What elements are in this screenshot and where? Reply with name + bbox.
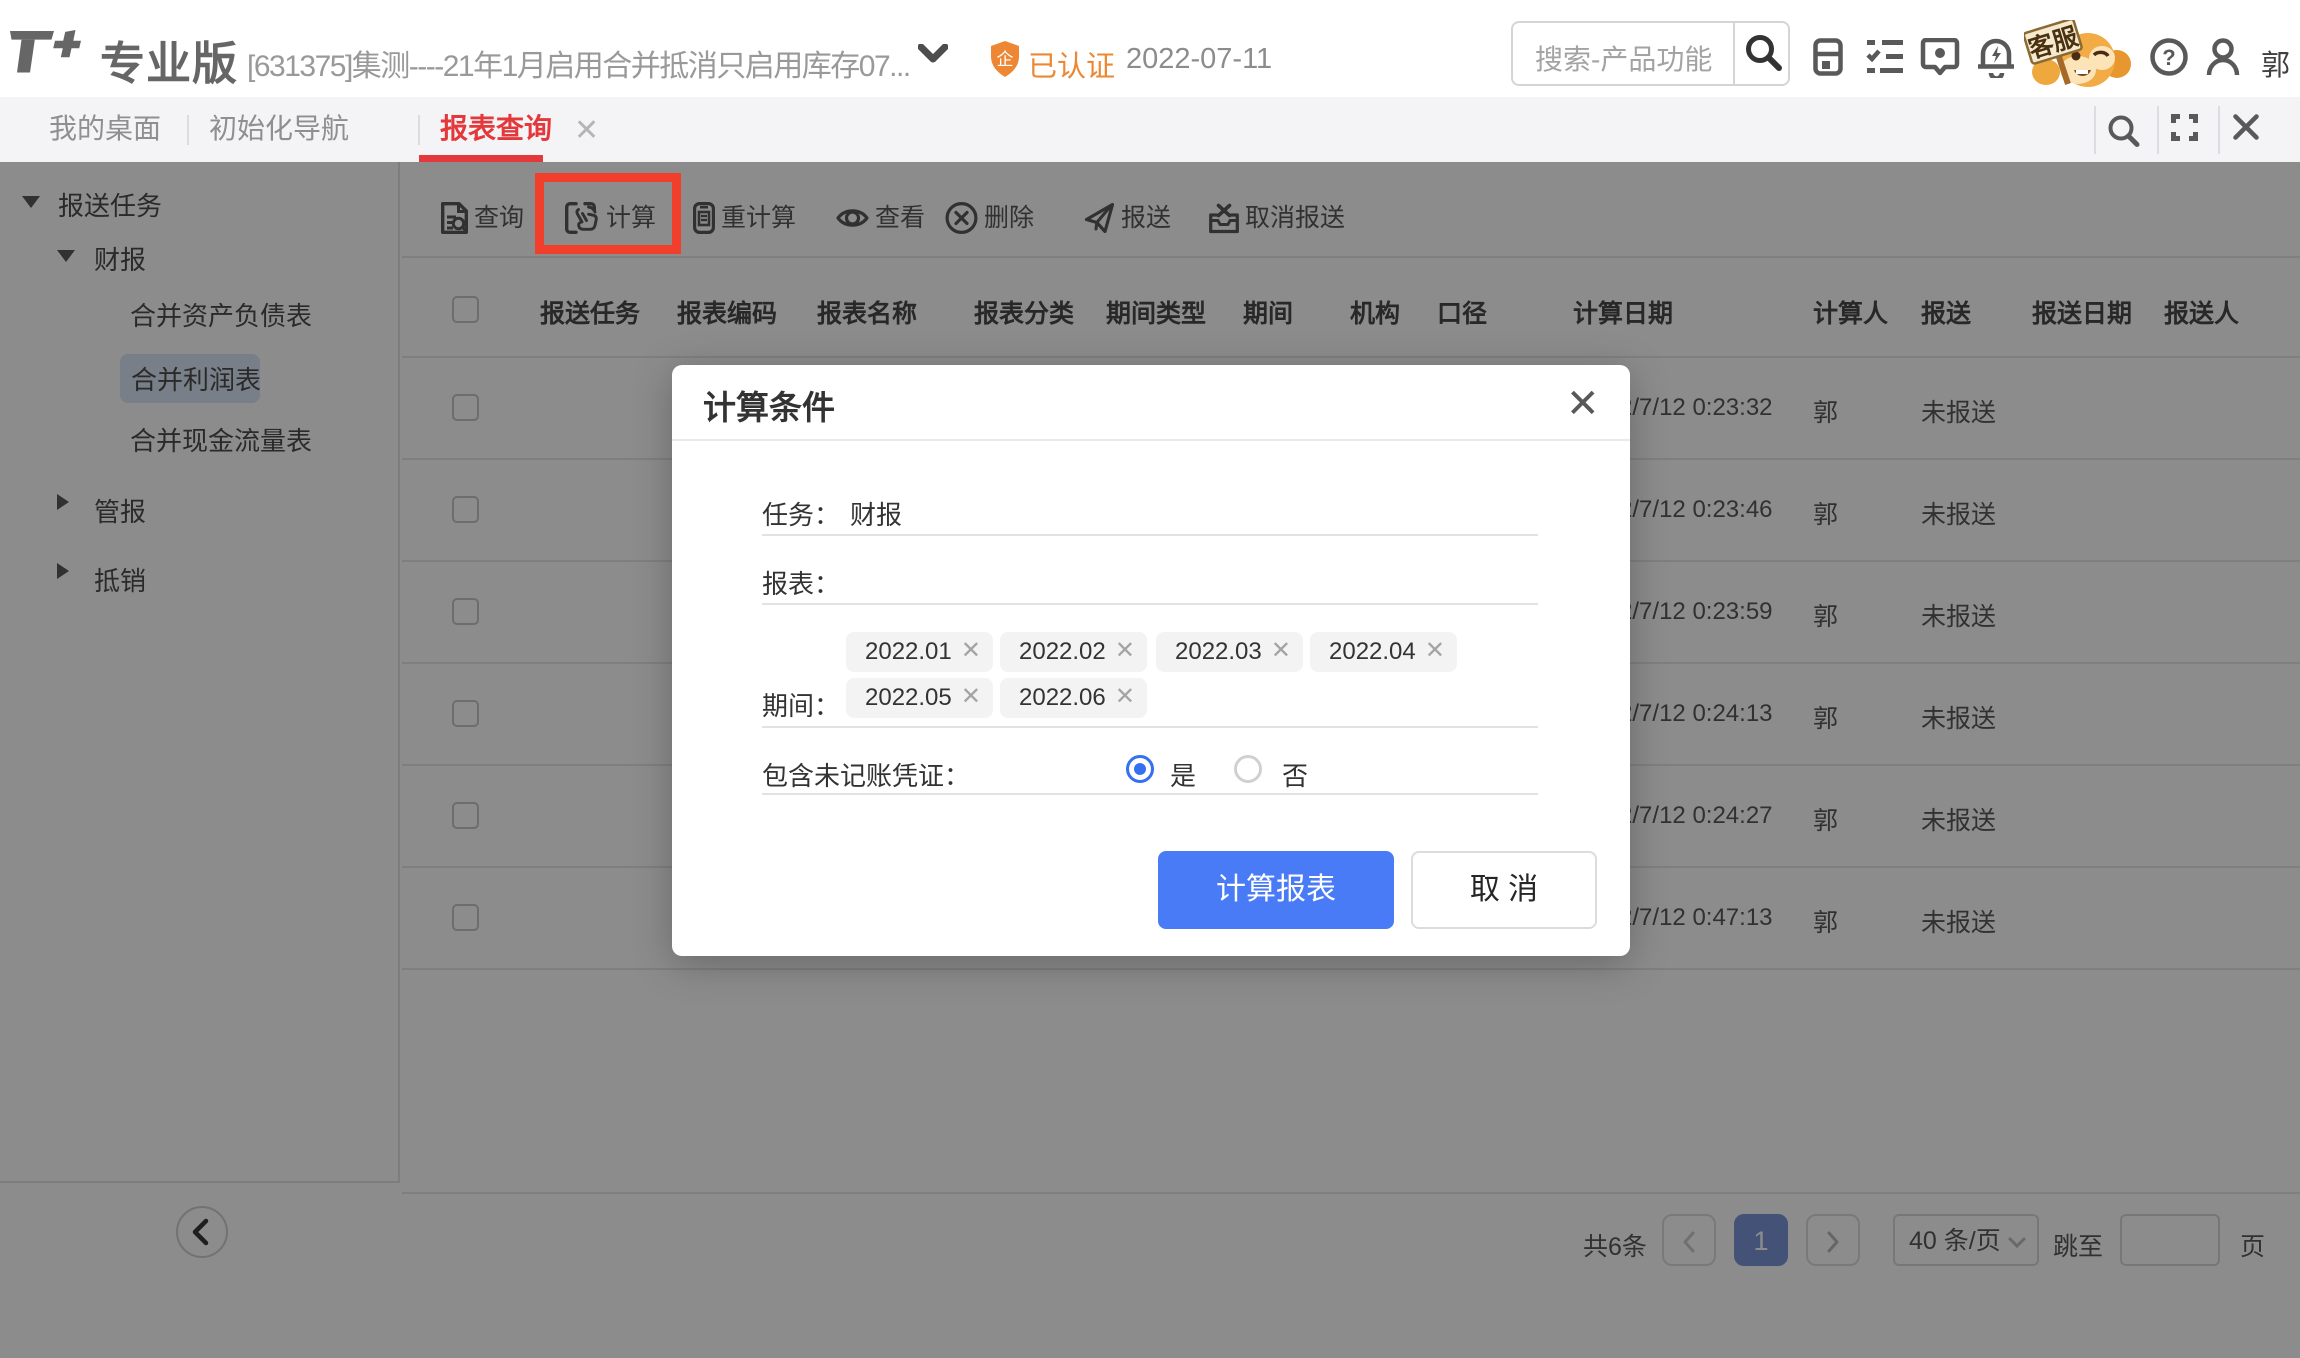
svg-text:企: 企 <box>997 50 1014 69</box>
svg-text:?: ? <box>2162 45 2175 70</box>
